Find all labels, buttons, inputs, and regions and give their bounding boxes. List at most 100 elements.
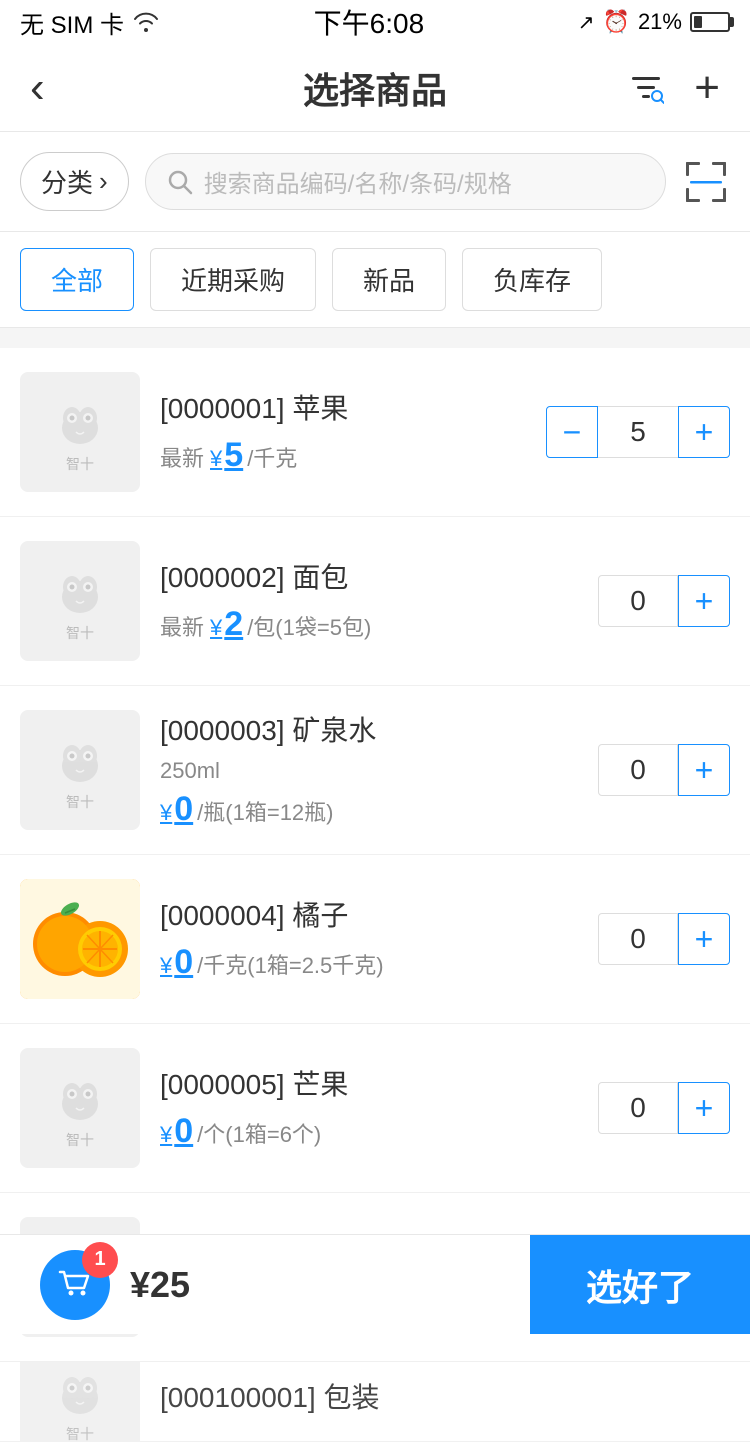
product-name: [0000005] 芒果 [160,1065,578,1104]
scan-icon[interactable] [682,158,730,206]
status-right: ↗ ⏰ 21% [578,9,730,35]
carrier-text: 无 SIM 卡 [20,5,124,40]
product-price: 最新 ¥ 2 /包(1袋=5包) [160,605,578,644]
product-item: [0000004] 橘子 ¥ 0 /千克(1箱=2.5千克) + [0,855,750,1024]
quantity-increase-button[interactable]: + [678,406,730,458]
price-unit: /千克(1箱=2.5千克) [197,948,383,980]
product-price: ¥ 0 /瓶(1箱=12瓶) [160,790,578,829]
tab-all[interactable]: 全部 [20,248,134,311]
product-thumbnail [20,879,140,999]
search-input-wrapper[interactable]: 搜索商品编码/名称/条码/规格 [145,153,666,210]
price-unit: /个(1箱=6个) [197,1117,321,1149]
battery-percent: 21% [638,9,682,35]
tab-bar: 全部 近期采购 新品 负库存 [0,232,750,328]
product-price: ¥ 0 /个(1箱=6个) [160,1112,578,1151]
category-button[interactable]: 分类 › [20,152,129,211]
price-amount: 0 [174,1112,193,1151]
price-amount: 2 [224,605,243,644]
status-carrier: 无 SIM 卡 [20,5,160,40]
product-item: 智十 [0000002] 面包 最新 ¥ 2 /包(1袋=5包) + [0,517,750,686]
owl-placeholder: 智十 [50,728,110,812]
product-info: [0000001] 苹果 最新 ¥ 5 /千克 [160,389,526,475]
price-unit: /包(1袋=5包) [247,610,371,642]
quantity-control: + [598,575,730,627]
status-time: 下午6:08 [314,2,425,42]
price-symbol: ¥ [160,953,172,979]
price-symbol: ¥ [160,800,172,826]
filter-bar: 分类 › 搜索商品编码/名称/条码/规格 [0,132,750,232]
product-info: [0000004] 橘子 ¥ 0 /千克(1箱=2.5千克) [160,896,578,982]
quantity-input[interactable] [598,406,678,458]
price-symbol: ¥ [210,446,222,472]
page-title: 选择商品 [303,62,447,114]
price-unit: /千克 [247,441,297,473]
bottom-bar: 1 ¥25 选好了 [0,1234,750,1334]
quantity-increase-button[interactable]: + [678,744,730,796]
battery-icon [690,12,730,32]
tab-negative[interactable]: 负库存 [462,248,602,311]
product-thumbnail: 智十 [20,1362,140,1442]
product-name: [0000001] 苹果 [160,389,526,428]
price-amount: 0 [174,790,193,829]
product-price: 最新 ¥ 5 /千克 [160,436,526,475]
search-icon [166,168,194,196]
owl-placeholder: 智十 [50,390,110,474]
tab-recent[interactable]: 近期采购 [150,248,316,311]
cart-area: 1 ¥25 [0,1250,530,1320]
orange-image [20,879,140,999]
owl-brand-text: 智十 [66,792,94,812]
price-symbol: ¥ [210,615,222,641]
add-button[interactable]: + [694,63,720,113]
status-bar: 无 SIM 卡 下午6:08 ↗ ⏰ 21% [0,0,750,44]
product-item: 智十 [0000003] 矿泉水 250ml ¥ 0 /瓶(1箱=12瓶) + [0,686,750,855]
owl-placeholder: 智十 [50,559,110,643]
owl-placeholder: 智十 [50,1066,110,1150]
quantity-input[interactable] [598,744,678,796]
nav-bar: ‹ 选择商品 + [0,44,750,132]
alarm-icon: ⏰ [603,9,630,35]
quantity-control: + [598,744,730,796]
product-item: 智十 [0000001] 苹果 最新 ¥ 5 /千克 − + [0,348,750,517]
product-info: [0000005] 芒果 ¥ 0 /个(1箱=6个) [160,1065,578,1151]
back-button[interactable]: ‹ [30,63,45,113]
product-name: [0000003] 矿泉水 [160,711,578,750]
product-thumbnail: 智十 [20,541,140,661]
section-divider [0,328,750,348]
quantity-input[interactable] [598,913,678,965]
price-unit: /瓶(1箱=12瓶) [197,795,333,827]
quantity-control: + [598,913,730,965]
wifi-icon [132,12,160,32]
owl-brand-text: 智十 [66,623,94,643]
quantity-decrease-button[interactable]: − [546,406,598,458]
owl-brand-text: 智十 [66,454,94,474]
nav-right: + [628,63,720,113]
cart-total: ¥25 [130,1264,190,1306]
quantity-increase-button[interactable]: + [678,1082,730,1134]
cart-badge: 1 [82,1242,118,1278]
product-price: ¥ 0 /千克(1箱=2.5千克) [160,943,578,982]
quantity-input[interactable] [598,1082,678,1134]
product-thumbnail: 智十 [20,710,140,830]
tab-new[interactable]: 新品 [332,248,446,311]
quantity-input[interactable] [598,575,678,627]
quantity-increase-button[interactable]: + [678,575,730,627]
cart-icon-button[interactable]: 1 [40,1250,110,1320]
product-name: [000100001] 包装 [160,1378,730,1417]
product-info: [0000003] 矿泉水 250ml ¥ 0 /瓶(1箱=12瓶) [160,711,578,829]
quantity-control: − + [546,406,730,458]
filter-icon[interactable] [628,70,664,106]
quantity-control: + [598,1082,730,1134]
product-info: [0000002] 面包 最新 ¥ 2 /包(1袋=5包) [160,558,578,644]
product-thumbnail: 智十 [20,1048,140,1168]
price-prefix: 最新 [160,610,204,642]
owl-placeholder: 智十 [50,1362,110,1442]
search-placeholder: 搜索商品编码/名称/条码/规格 [204,164,512,199]
quantity-increase-button[interactable]: + [678,913,730,965]
product-name: [0000002] 面包 [160,558,578,597]
product-item: 智十 [000100001] 包装 [0,1362,750,1442]
confirm-button[interactable]: 选好了 [530,1235,750,1334]
price-amount: 0 [174,943,193,982]
price-amount: 5 [224,436,243,475]
product-item: 智十 [0000005] 芒果 ¥ 0 /个(1箱=6个) + [0,1024,750,1193]
price-symbol: ¥ [160,1122,172,1148]
